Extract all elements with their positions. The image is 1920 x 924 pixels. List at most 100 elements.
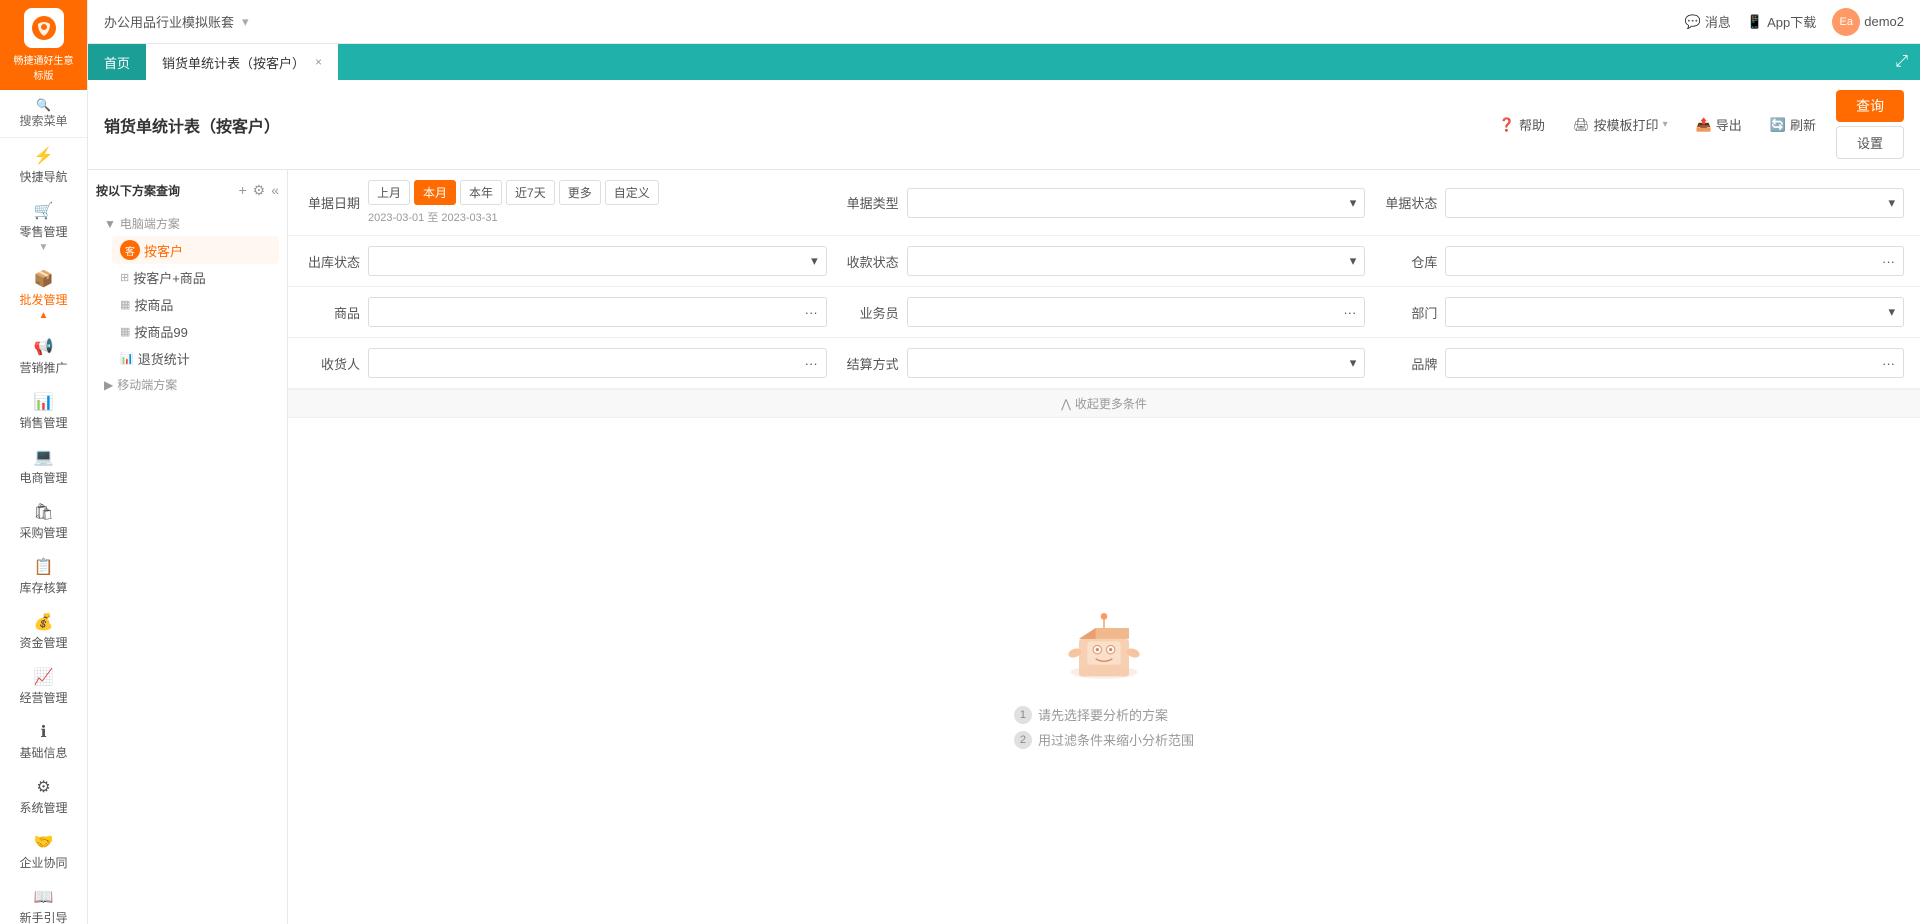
tab-bar: 首页 销货单统计表（按客户） × ⤢ [88,44,1920,80]
username: demo2 [1864,14,1904,29]
empty-tip-1: 1 请先选择要分析的方案 [1014,705,1194,724]
sidebar-search[interactable]: 🔍 搜索菜单 [0,90,87,138]
order-type-select[interactable]: ▾ [907,188,1366,218]
order-status-select[interactable]: ▾ [1445,188,1904,218]
help-label: 帮助 [1519,115,1545,134]
sidebar-item-quick-nav[interactable]: ⚡ 快捷导航 [0,138,87,193]
desktop-group-label: ▼ 电脑端方案 [96,211,279,236]
receiver-dots: ··· [805,356,818,371]
app-download-btn[interactable]: 📱 App下载 [1747,12,1816,31]
empty-state: 1 请先选择要分析的方案 2 用过滤条件来缩小分析范围 [288,418,1920,924]
sidebar: 畅捷通好生意 标版 🔍 搜索菜单 ⚡ 快捷导航 🛒 零售管理 ▼ 📦 批发管理 … [0,0,88,924]
goods-select[interactable]: ··· [368,297,827,327]
user-info[interactable]: Ea demo2 [1832,8,1904,36]
date-btn-last-month[interactable]: 上月 [368,180,410,205]
tree-item-by-goods99[interactable]: ▦ 按商品99 [112,318,279,345]
panel-icons: + ⚙ « [238,182,279,199]
tree-item-customer-goods[interactable]: ⊞ 按客户+商品 [112,264,279,291]
print-label: 按模板打印 [1594,115,1659,134]
sidebar-item-marketing[interactable]: 📢 营销推广 [0,329,87,384]
out-status-select[interactable]: ▾ [368,246,827,276]
sidebar-item-operations[interactable]: 📈 经营管理 [0,659,87,714]
export-icon: 📤 [1696,117,1712,133]
industry-title: 办公用品行业模拟账套 [104,12,234,31]
filter-brand-item: 品牌 ··· [1381,348,1904,378]
tab-close-icon[interactable]: × [315,55,322,69]
filter-dept-item: 部门 ▾ [1381,297,1904,327]
tab-expand-btn[interactable]: ⤢ [1883,53,1920,71]
app-name: 畅捷通好生意 [14,52,74,67]
tab-active-label: 销货单统计表（按客户） [162,53,305,72]
tip-number-2: 2 [1014,731,1032,749]
refresh-btn[interactable]: 🔄 刷新 [1762,111,1824,138]
return-stats-icon: 📊 [120,352,134,365]
warehouse-dots: ··· [1882,254,1895,269]
empty-illustration [1054,593,1154,693]
salesman-select[interactable]: ··· [907,297,1366,327]
sidebar-item-ecommerce[interactable]: 💻 电商管理 [0,439,87,494]
salesman-label: 业务员 [843,303,899,322]
warehouse-select[interactable]: ··· [1445,246,1904,276]
date-btn-this-year[interactable]: 本年 [460,180,502,205]
brand-select[interactable]: ··· [1445,348,1904,378]
tab-active[interactable]: 销货单统计表（按客户） × [146,44,338,80]
search-label: 搜索菜单 [6,112,81,129]
filter-row-1: 单据日期 上月 本月 本年 近7天 更多 自定义 2023-03-01 至 20… [288,170,1920,236]
sidebar-item-wholesale[interactable]: 📦 批发管理 ▲ [0,261,87,329]
message-btn[interactable]: 💬 消息 [1685,12,1731,31]
filter-row-2: 出库状态 ▾ 收款状态 ▾ 仓库 [288,236,1920,287]
date-btn-custom[interactable]: 自定义 [605,180,659,205]
panel-settings-icon[interactable]: ⚙ [253,182,266,199]
empty-tips: 1 请先选择要分析的方案 2 用过滤条件来缩小分析范围 [1014,705,1194,749]
sidebar-item-finance[interactable]: 💰 资金管理 [0,604,87,659]
date-btn-this-month[interactable]: 本月 [414,180,456,205]
print-icon: 🖨 [1573,117,1590,133]
industry-dropdown-icon[interactable]: ▾ [242,14,249,30]
collect-status-arrow: ▾ [1350,253,1357,269]
settle-select[interactable]: ▾ [907,348,1366,378]
settle-label: 结算方式 [843,354,899,373]
operations-label: 经营管理 [19,689,67,706]
sidebar-item-sales[interactable]: 📊 销售管理 [0,384,87,439]
sidebar-item-system[interactable]: ⚙ 系统管理 [0,769,87,824]
app-logo[interactable]: 畅捷通好生意 标版 [0,0,87,90]
basic-info-icon: ℹ [40,722,46,742]
help-btn[interactable]: ❓ 帮助 [1491,111,1553,138]
sidebar-item-inventory[interactable]: 📋 库存核算 [0,549,87,604]
mobile-group-expand-icon: ▶ [104,378,113,392]
tree-item-by-goods[interactable]: ▦ 按商品 [112,291,279,318]
date-btn-7days[interactable]: 近7天 [506,180,555,205]
tree-item-by-customer[interactable]: 客 按客户 [112,236,279,264]
collab-label: 企业协同 [19,854,67,871]
export-btn[interactable]: 📤 导出 [1688,111,1750,138]
setting-btn[interactable]: 设置 [1836,126,1904,159]
sidebar-item-collab[interactable]: 🤝 企业协同 [0,824,87,879]
print-btn[interactable]: 🖨 按模板打印 ▾ [1565,111,1676,138]
dept-select[interactable]: ▾ [1445,297,1904,327]
panel-add-icon[interactable]: + [238,182,246,199]
filter-warehouse-item: 仓库 ··· [1381,246,1904,276]
receiver-label: 收货人 [304,354,360,373]
quick-nav-label: 快捷导航 [19,168,67,185]
tab-home-label: 首页 [104,53,130,72]
date-btn-more[interactable]: 更多 [559,180,601,205]
inventory-icon: 📋 [34,557,54,577]
refresh-icon: 🔄 [1770,117,1786,133]
brand-label: 品牌 [1381,354,1437,373]
filter-order-type-item: 单据类型 ▾ [843,188,1366,218]
marketing-icon: 📢 [34,337,54,357]
tree-item-return-stats[interactable]: 📊 退货统计 [112,345,279,372]
tab-home[interactable]: 首页 [88,44,146,80]
query-btn[interactable]: 查询 [1836,90,1904,122]
sidebar-item-purchase[interactable]: 🛍 采购管理 [0,494,87,549]
panel-collapse-icon[interactable]: « [271,182,279,199]
sidebar-item-basic-info[interactable]: ℹ 基础信息 [0,714,87,769]
collapse-bar[interactable]: ⋀ 收起更多条件 [288,389,1920,418]
collect-status-select[interactable]: ▾ [907,246,1366,276]
receiver-select[interactable]: ··· [368,348,827,378]
sales-label: 销售管理 [19,414,67,431]
sidebar-item-guide[interactable]: 📖 新手引导 [0,879,87,924]
warehouse-label: 仓库 [1381,252,1437,271]
sidebar-item-retail[interactable]: 🛒 零售管理 ▼ [0,193,87,261]
goods-dots: ··· [805,305,818,320]
